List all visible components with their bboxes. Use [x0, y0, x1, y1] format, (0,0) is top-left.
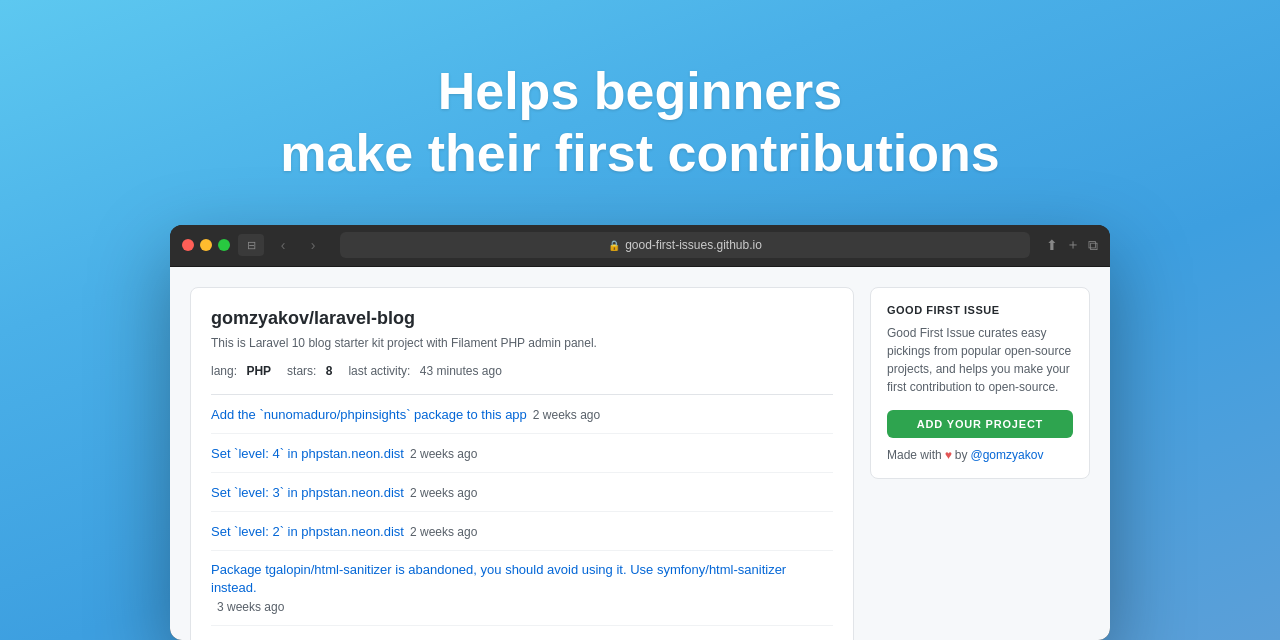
issue-time: 3 weeks ago	[217, 600, 284, 614]
issue-item: Add the `nunomaduro/phpinsights` package…	[211, 395, 833, 434]
traffic-light-minimize[interactable]	[200, 239, 212, 251]
sidebar-toggle-btn[interactable]: ⊟	[238, 234, 264, 256]
repo-stars: stars: 8	[287, 364, 332, 378]
traffic-light-close[interactable]	[182, 239, 194, 251]
issue-time: 2 weeks ago	[410, 447, 477, 461]
add-tab-icon[interactable]: ＋	[1066, 236, 1080, 254]
sidebar-panel: GOOD FIRST ISSUE Good First Issue curate…	[870, 287, 1090, 640]
add-project-button[interactable]: ADD YOUR PROJECT	[887, 410, 1073, 438]
hero-section: Helps beginners make their first contrib…	[280, 60, 999, 185]
heart-icon: ♥	[945, 448, 952, 462]
browser-titlebar: ⊟ ‹ › 🔒 good-first-issues.github.io ⬆ ＋ …	[170, 225, 1110, 267]
issue-time: 2 weeks ago	[410, 525, 477, 539]
browser-content: gomzyakov/laravel-blog This is Laravel 1…	[170, 267, 1110, 640]
tabs-icon[interactable]: ⧉	[1088, 237, 1098, 254]
repo-activity: last activity: 43 minutes ago	[348, 364, 501, 378]
issue-item: Package tgalopin/html-sanitizer is aband…	[211, 551, 833, 626]
gfi-description: Good First Issue curates easy pickings f…	[887, 324, 1073, 396]
back-btn[interactable]: ‹	[272, 234, 294, 256]
share-icon[interactable]: ⬆	[1046, 237, 1058, 253]
lock-icon: 🔒	[608, 240, 620, 251]
issue-time: 2 weeks ago	[410, 486, 477, 500]
issue-link[interactable]: Set `level: 3` in phpstan.neon.dist	[211, 485, 404, 500]
gfi-title: GOOD FIRST ISSUE	[887, 304, 1073, 316]
traffic-lights	[182, 239, 230, 251]
repo-name[interactable]: gomzyakov/laravel-blog	[211, 308, 833, 329]
issues-list: Add the `nunomaduro/phpinsights` package…	[211, 394, 833, 640]
issue-link[interactable]: Set `level: 4` in phpstan.neon.dist	[211, 446, 404, 461]
url-text: good-first-issues.github.io	[625, 238, 762, 252]
issue-item: Set `level: 4` in phpstan.neon.dist 2 wee…	[211, 434, 833, 473]
repo-panel: gomzyakov/laravel-blog This is Laravel 1…	[190, 287, 854, 640]
issue-time: 2 weeks ago	[533, 408, 600, 422]
made-with: Made with ♥ by @gomzyakov	[887, 448, 1073, 462]
forward-btn[interactable]: ›	[302, 234, 324, 256]
issue-item: Add Swagger documentation3 weeks ago	[211, 626, 833, 640]
browser-window: ⊟ ‹ › 🔒 good-first-issues.github.io ⬆ ＋ …	[170, 225, 1110, 640]
issue-item: Set `level: 3` in phpstan.neon.dist 2 wee…	[211, 473, 833, 512]
issue-item: Set `level: 2` in phpstan.neon.dist 2 wee…	[211, 512, 833, 551]
author-link[interactable]: @gomzyakov	[971, 448, 1044, 462]
issue-link[interactable]: Package tgalopin/html-sanitizer is aband…	[211, 561, 833, 597]
gfi-info-box: GOOD FIRST ISSUE Good First Issue curate…	[870, 287, 1090, 479]
repo-meta: lang: PHP stars: 8 last activity: 43 min…	[211, 364, 833, 378]
hero-line2: make their first contributions	[280, 124, 999, 182]
hero-line1: Helps beginners	[438, 62, 843, 120]
issue-link[interactable]: Add the `nunomaduro/phpinsights` package…	[211, 407, 527, 422]
address-bar[interactable]: 🔒 good-first-issues.github.io	[340, 232, 1030, 258]
traffic-light-maximize[interactable]	[218, 239, 230, 251]
issue-link[interactable]: Set `level: 2` in phpstan.neon.dist	[211, 524, 404, 539]
repo-description: This is Laravel 10 blog starter kit proj…	[211, 335, 833, 352]
repo-lang: lang: PHP	[211, 364, 271, 378]
browser-actions: ⬆ ＋ ⧉	[1046, 236, 1098, 254]
